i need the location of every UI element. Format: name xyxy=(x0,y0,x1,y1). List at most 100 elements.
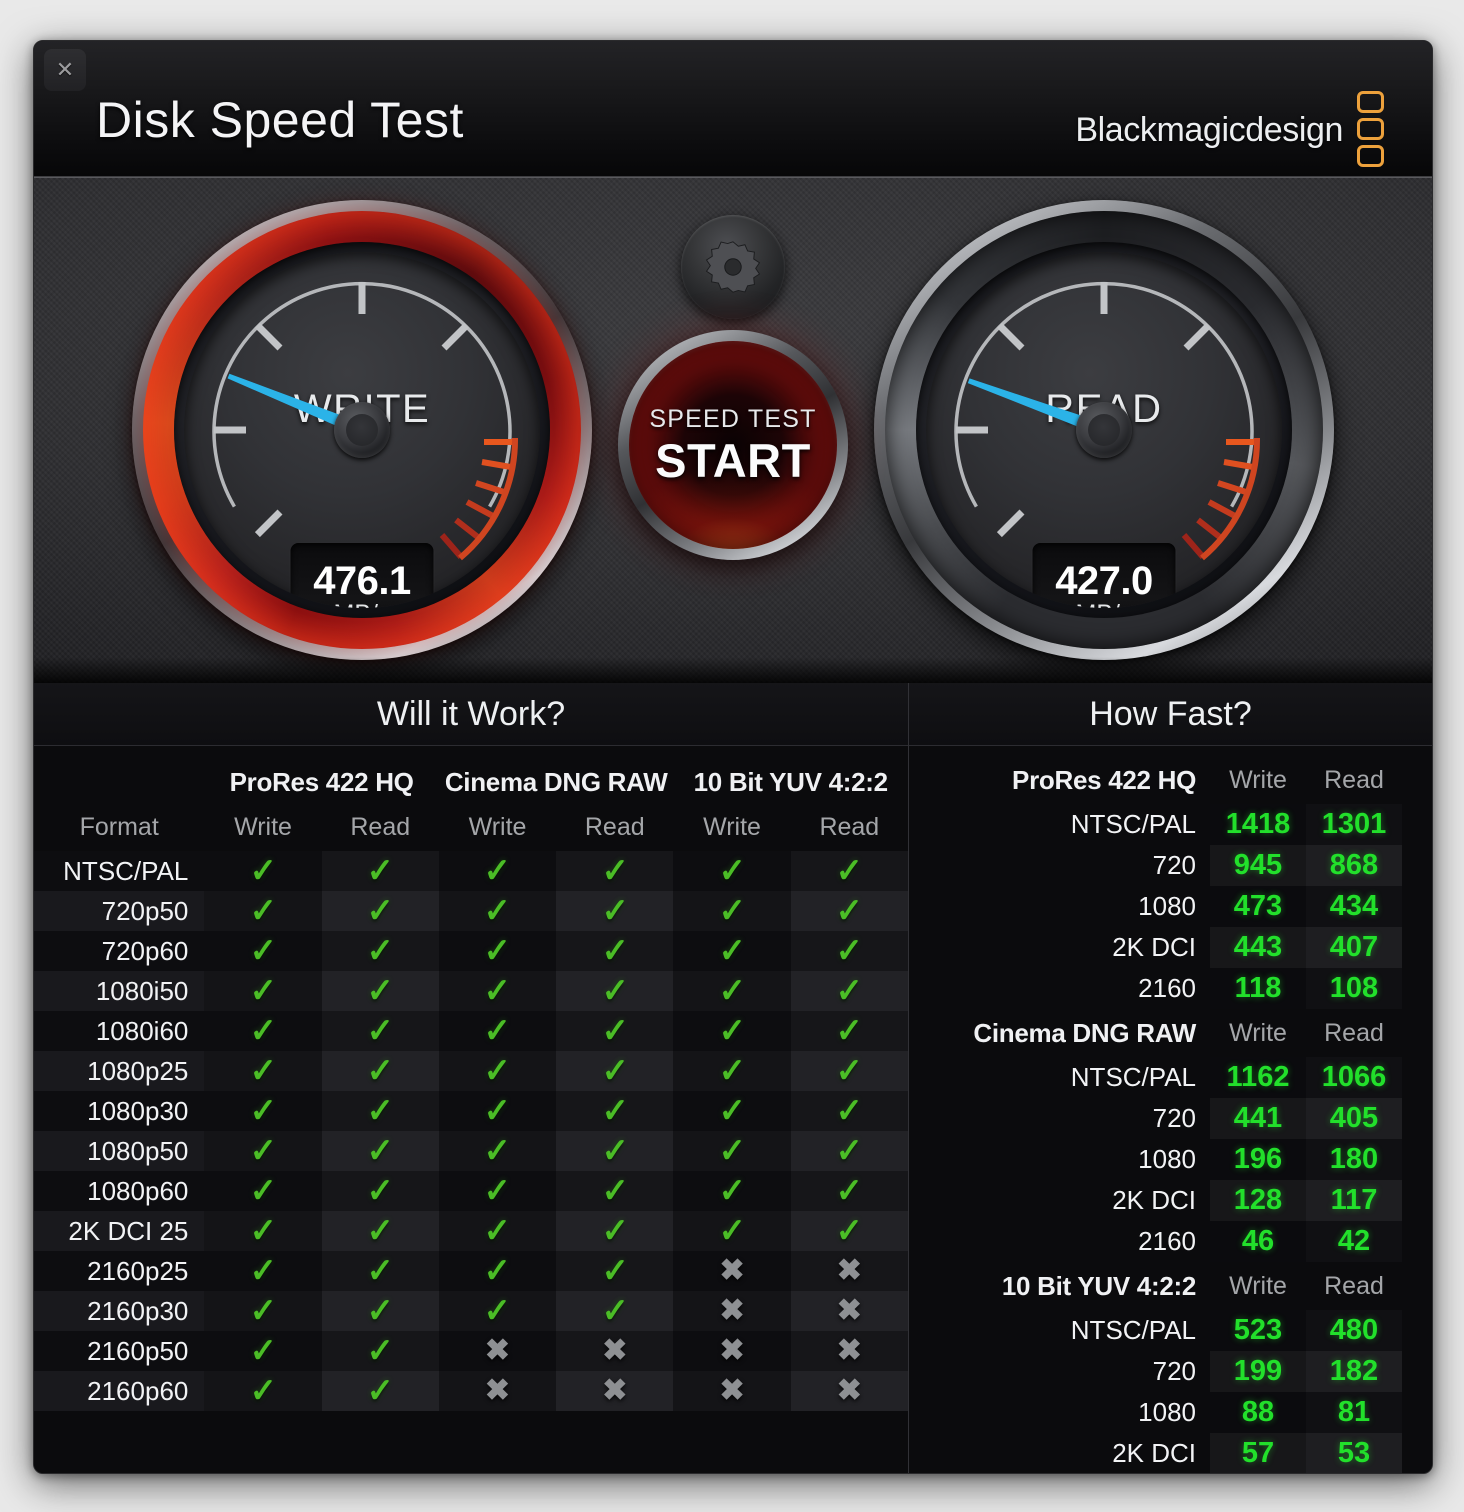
check-icon: ✓ xyxy=(718,1172,746,1210)
support-check-icon: ✓ xyxy=(204,1091,322,1131)
format-label: 1080i50 xyxy=(34,971,205,1011)
check-icon: ✓ xyxy=(718,892,746,930)
codec-group-name: ProRes 422 HQ xyxy=(1012,764,1196,795)
table-row: NTSC/PAL 1418 1301 xyxy=(927,804,1402,845)
support-check-icon: ✓ xyxy=(673,1171,791,1211)
support-check-icon: ✓ xyxy=(204,1211,322,1251)
format-label: NTSC/PAL xyxy=(34,851,205,891)
write-speed-value: 46 xyxy=(1210,1221,1306,1262)
resolution-label: NTSC/PAL xyxy=(1070,809,1196,839)
read-column-header: Read xyxy=(1324,1018,1384,1047)
how-fast-title: How Fast? xyxy=(909,683,1432,746)
codec-group-name: 10 Bit YUV 4:2:2 xyxy=(1001,1270,1196,1301)
check-icon: ✓ xyxy=(601,932,629,970)
read-column-header: Read xyxy=(1324,1271,1384,1300)
check-icon: ✓ xyxy=(835,1212,863,1250)
support-check-icon: ✓ xyxy=(790,1171,908,1211)
support-check-icon: ✓ xyxy=(790,851,908,891)
support-check-icon: ✓ xyxy=(438,851,557,891)
support-check-icon: ✓ xyxy=(673,1091,791,1131)
support-check-icon: ✓ xyxy=(790,931,908,971)
support-check-icon: ✓ xyxy=(321,1091,439,1131)
gauge-panel: WRITE 476.1 MB/s xyxy=(34,177,1432,683)
support-check-icon: ✓ xyxy=(673,1011,791,1051)
support-check-icon: ✓ xyxy=(556,851,674,891)
format-column-header: Format xyxy=(79,812,159,841)
support-check-icon: ✓ xyxy=(790,1051,908,1091)
brand-name: Blackmagicdesign xyxy=(1075,110,1343,149)
check-icon: ✓ xyxy=(601,972,629,1010)
table-row: 1080 473 434 xyxy=(927,886,1402,927)
check-icon: ✓ xyxy=(249,972,277,1010)
read-column-header: Read xyxy=(1324,765,1384,794)
write-speed-value: 441 xyxy=(1210,1098,1306,1139)
table-row: 1080p25 ✓ ✓ ✓ ✓ ✓ ✓ xyxy=(34,1051,908,1091)
brand-mark-icon xyxy=(1357,91,1384,167)
support-check-icon: ✓ xyxy=(438,1251,557,1291)
support-cross-icon: ✖ xyxy=(790,1251,908,1291)
check-icon: ✓ xyxy=(366,1372,394,1410)
support-check-icon: ✓ xyxy=(438,1051,557,1091)
check-icon: ✓ xyxy=(835,1132,863,1170)
table-row: 720 199 182 xyxy=(927,1351,1402,1392)
table-row: 2160p60 ✓ ✓ ✖ ✖ ✖ ✖ xyxy=(34,1371,908,1411)
support-check-icon: ✓ xyxy=(321,931,439,971)
check-icon: ✓ xyxy=(601,852,629,890)
check-icon: ✓ xyxy=(483,932,512,970)
table-row: 2160p30 ✓ ✓ ✓ ✓ ✖ ✖ xyxy=(34,1291,908,1331)
support-check-icon: ✓ xyxy=(556,931,674,971)
read-speed-value: 407 xyxy=(1306,927,1402,968)
app-window: ✕ Disk Speed Test Blackmagicdesign 476.1… xyxy=(33,40,1433,1474)
check-icon: ✓ xyxy=(483,892,512,930)
check-icon: ✓ xyxy=(366,1092,394,1130)
check-icon: ✓ xyxy=(249,852,277,890)
write-speed-value: 118 xyxy=(1210,968,1306,1009)
read-speed-value: 480 xyxy=(1306,1310,1402,1351)
gauge-face: READ 427.0 MB/s xyxy=(926,252,1282,608)
check-icon: ✓ xyxy=(483,1172,512,1210)
check-icon: ✓ xyxy=(835,972,863,1010)
support-check-icon: ✓ xyxy=(438,971,557,1011)
speed-test-start-button[interactable]: SPEED TEST START xyxy=(618,330,848,560)
read-speed-value: 42 xyxy=(1306,1221,1402,1262)
table-row: NTSC/PAL ✓ ✓ ✓ ✓ ✓ ✓ xyxy=(34,851,908,891)
close-button[interactable]: ✕ xyxy=(44,49,86,91)
write-column-header: Write xyxy=(1229,1271,1287,1300)
support-check-icon: ✓ xyxy=(790,891,908,931)
format-label: 720p60 xyxy=(34,931,205,971)
support-check-icon: ✓ xyxy=(556,1011,674,1051)
how-fast-table: ProRes 422 HQ Write Read NTSC/PAL 1418 1301 72… xyxy=(927,756,1402,1473)
check-icon: ✓ xyxy=(718,1132,746,1170)
check-icon: ✓ xyxy=(835,1092,863,1130)
format-label: 2160p50 xyxy=(34,1331,205,1371)
write-column-header: Write xyxy=(1229,1018,1287,1047)
support-check-icon: ✓ xyxy=(321,1131,439,1171)
check-icon: ✓ xyxy=(483,1052,512,1090)
table-row: 1080 196 180 xyxy=(927,1139,1402,1180)
check-icon: ✓ xyxy=(366,1252,394,1290)
support-check-icon: ✓ xyxy=(790,1091,908,1131)
check-icon: ✓ xyxy=(366,1132,394,1170)
check-icon: ✓ xyxy=(601,1252,629,1290)
check-icon: ✓ xyxy=(483,972,512,1010)
support-check-icon: ✓ xyxy=(204,1131,322,1171)
check-icon: ✓ xyxy=(601,1092,629,1130)
results-area: Will it Work? ProRes 422 HQ Cinema DNG R… xyxy=(34,683,1432,1473)
table-row: 720 441 405 xyxy=(927,1098,1402,1139)
gauge-face: WRITE 476.1 MB/s xyxy=(184,252,540,608)
write-unit: MB/s xyxy=(334,602,391,609)
support-cross-icon: ✖ xyxy=(438,1331,557,1371)
cross-icon: ✖ xyxy=(836,1374,862,1407)
read-speed-value: 117 xyxy=(1306,1180,1402,1221)
cross-icon: ✖ xyxy=(719,1294,745,1327)
resolution-label: 2160 xyxy=(1138,973,1196,1003)
resolution-label: 1080 xyxy=(1138,891,1196,921)
check-icon: ✓ xyxy=(835,892,863,930)
settings-button[interactable] xyxy=(681,215,785,319)
table-row: 2K DCI 128 117 xyxy=(927,1180,1402,1221)
write-readout: 476.1 MB/s xyxy=(290,543,434,609)
read-speed-value: 405 xyxy=(1306,1098,1402,1139)
codec-header-row: ProRes 422 HQ Cinema DNG RAW 10 Bit YUV … xyxy=(34,746,908,803)
support-check-icon: ✓ xyxy=(204,1291,322,1331)
how-fast-group-header: ProRes 422 HQ Write Read xyxy=(927,756,1402,804)
